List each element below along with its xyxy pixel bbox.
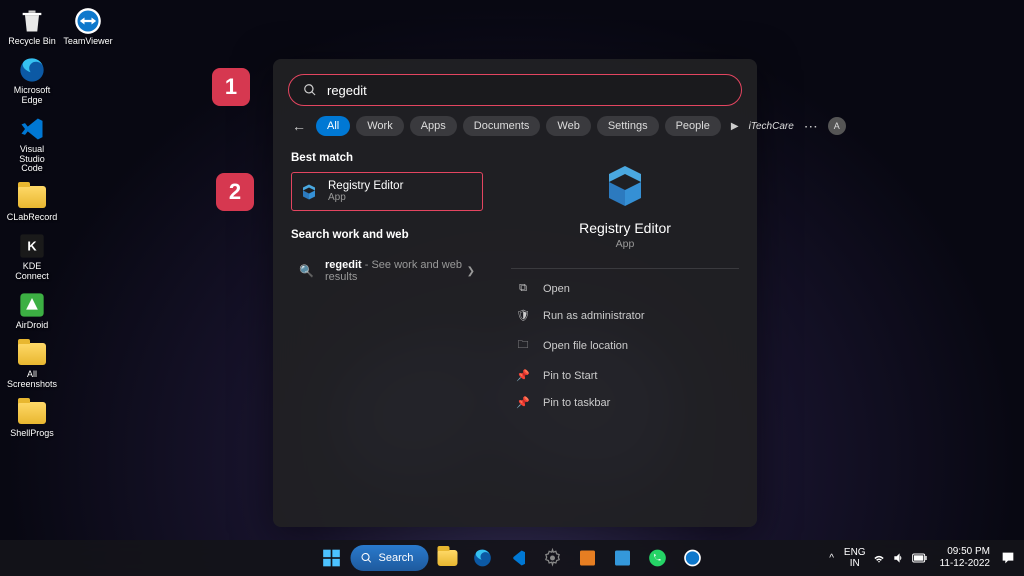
search-input-container[interactable] xyxy=(288,74,742,106)
icon-label: AirDroid xyxy=(16,321,49,331)
taskbar-search-button[interactable]: Search xyxy=(351,545,429,571)
annotation-step-1: 1 xyxy=(212,68,250,106)
desktop-icon-clabrecord[interactable]: CLabRecord xyxy=(6,180,58,225)
svg-text:K: K xyxy=(27,239,37,254)
action-open[interactable]: ⧉Open xyxy=(511,275,739,302)
taskbar: Search ^ ENGIN 09:50 PM11-12-2022 xyxy=(0,540,1024,576)
icon-label: Recycle Bin xyxy=(8,37,56,47)
vscode-icon xyxy=(17,114,47,144)
taskbar-explorer[interactable] xyxy=(432,542,464,574)
desktop-icon-edge[interactable]: Microsoft Edge xyxy=(6,53,58,108)
icon-label: CLabRecord xyxy=(7,213,58,223)
folder-icon xyxy=(17,182,47,212)
airdroid-icon xyxy=(17,290,47,320)
best-match-registry-editor[interactable]: Registry Editor App xyxy=(291,172,483,211)
back-button[interactable]: ← xyxy=(288,116,310,136)
taskbar-app2[interactable] xyxy=(607,542,639,574)
more-options-button[interactable]: ⋯ xyxy=(804,118,818,135)
wifi-icon[interactable] xyxy=(872,551,886,565)
best-match-title: Registry Editor xyxy=(328,180,403,192)
preview-title: Registry Editor xyxy=(511,220,739,236)
desktop-icons-col2: TeamViewer xyxy=(62,4,114,49)
taskbar-right: ^ ENGIN 09:50 PM11-12-2022 xyxy=(825,546,1024,570)
web-search-item[interactable]: 🔍 regedit - See work and web results ❯ xyxy=(291,249,483,293)
filter-settings[interactable]: Settings xyxy=(597,116,659,136)
action-pin-start[interactable]: 📌Pin to Start xyxy=(511,362,739,389)
teamviewer-icon xyxy=(73,6,103,36)
recycle-bin-icon xyxy=(17,6,47,36)
volume-icon[interactable] xyxy=(892,551,906,565)
search-preview-pane: Registry Editor App ⧉Open 🛡Run as admini… xyxy=(493,144,757,527)
taskbar-settings[interactable] xyxy=(537,542,569,574)
action-open-location[interactable]: 🗀Open file location xyxy=(511,329,739,362)
desktop-icon-teamviewer[interactable]: TeamViewer xyxy=(62,4,114,49)
action-pin-taskbar[interactable]: 📌Pin to taskbar xyxy=(511,389,739,416)
user-avatar[interactable]: A xyxy=(828,117,846,135)
desktop-icon-shellprogs[interactable]: ShellProgs xyxy=(6,396,58,441)
search-results-body: Best match Registry Editor App Search wo… xyxy=(273,144,757,527)
folder-icon xyxy=(17,339,47,369)
taskbar-whatsapp[interactable] xyxy=(642,542,674,574)
battery-icon[interactable] xyxy=(912,552,928,564)
icon-label: Microsoft Edge xyxy=(8,86,56,106)
pin-icon: 📌 xyxy=(515,369,531,382)
action-run-admin[interactable]: 🛡Run as administrator xyxy=(511,302,739,329)
work-web-header: Search work and web xyxy=(291,229,483,241)
search-icon: 🔍 xyxy=(299,264,313,278)
pin-icon: 📌 xyxy=(515,396,531,409)
preview-subtitle: App xyxy=(511,238,739,250)
search-icon xyxy=(303,83,317,97)
desktop-icon-all-screenshots[interactable]: All Screenshots xyxy=(6,337,58,392)
icon-label: All Screenshots xyxy=(7,370,57,390)
search-input[interactable] xyxy=(327,83,727,98)
filter-work[interactable]: Work xyxy=(356,116,403,136)
taskbar-vscode[interactable] xyxy=(502,542,534,574)
brand-label: iTechCare xyxy=(749,121,794,132)
best-match-header: Best match xyxy=(291,152,483,164)
chevron-right-icon: ❯ xyxy=(467,266,475,277)
filter-all[interactable]: All xyxy=(316,116,350,136)
open-icon: ⧉ xyxy=(515,282,531,295)
taskbar-teamviewer[interactable] xyxy=(677,542,709,574)
registry-editor-large-icon xyxy=(601,162,649,210)
filter-documents[interactable]: Documents xyxy=(463,116,541,136)
annotation-step-2: 2 xyxy=(216,173,254,211)
best-match-subtitle: App xyxy=(328,192,403,203)
shield-icon: 🛡 xyxy=(515,309,531,322)
clock[interactable]: 09:50 PM11-12-2022 xyxy=(940,546,990,570)
folder-icon xyxy=(17,398,47,428)
desktop-icon-vscode[interactable]: Visual Studio Code xyxy=(6,112,58,177)
divider xyxy=(511,268,739,269)
search-filter-row: ← All Work Apps Documents Web Settings P… xyxy=(273,106,757,144)
web-search-text: regedit - See work and web results xyxy=(325,259,467,283)
desktop-icon-airdroid[interactable]: AirDroid xyxy=(6,288,58,333)
system-tray-expand[interactable]: ^ xyxy=(825,549,838,568)
edge-icon xyxy=(17,55,47,85)
filter-more-arrow[interactable]: ▶ xyxy=(727,121,743,132)
desktop-icon-kde-connect[interactable]: K KDE Connect xyxy=(6,229,58,284)
icon-label: KDE Connect xyxy=(8,262,56,282)
kde-icon: K xyxy=(17,231,47,261)
desktop-icon-recycle-bin[interactable]: Recycle Bin xyxy=(6,4,58,49)
taskbar-center: Search xyxy=(316,542,709,574)
registry-editor-icon xyxy=(300,183,318,201)
windows-search-panel: ← All Work Apps Documents Web Settings P… xyxy=(273,59,757,527)
start-button[interactable] xyxy=(316,542,348,574)
filter-people[interactable]: People xyxy=(665,116,721,136)
filter-web[interactable]: Web xyxy=(546,116,590,136)
filter-apps[interactable]: Apps xyxy=(410,116,457,136)
notification-icon[interactable] xyxy=(1000,550,1016,566)
search-results-left: Best match Registry Editor App Search wo… xyxy=(273,144,493,527)
taskbar-edge[interactable] xyxy=(467,542,499,574)
folder-icon: 🗀 xyxy=(515,336,531,355)
language-indicator[interactable]: ENGIN xyxy=(844,547,866,569)
taskbar-app1[interactable] xyxy=(572,542,604,574)
icon-label: Visual Studio Code xyxy=(8,145,56,175)
desktop-icons-col1: Recycle Bin Microsoft Edge Visual Studio… xyxy=(6,4,58,441)
icon-label: ShellProgs xyxy=(10,429,54,439)
icon-label: TeamViewer xyxy=(63,37,112,47)
